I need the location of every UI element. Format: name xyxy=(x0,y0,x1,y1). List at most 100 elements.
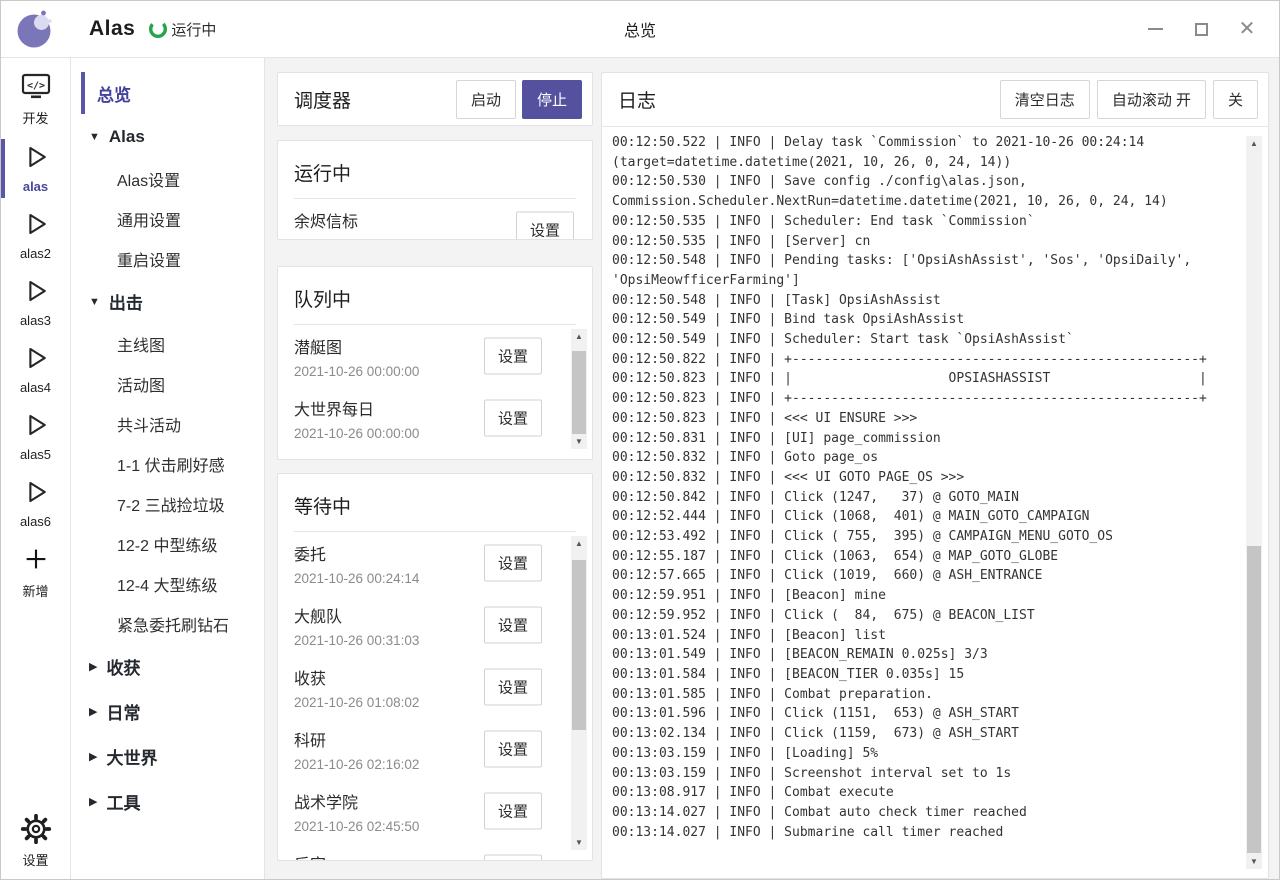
dev-icon: </> xyxy=(20,73,52,106)
play-icon xyxy=(21,343,51,378)
log-line: 00:12:50.535 | INFO | [Server] cn xyxy=(612,232,1244,252)
play-icon xyxy=(21,276,51,311)
scrollbar-thumb[interactable] xyxy=(572,351,586,443)
scheduler-stop-button[interactable]: 停止 xyxy=(522,80,582,119)
task-row: 短猫相接2021-10-26 00:00:00设置 xyxy=(294,449,552,460)
autoscroll-toggle-button[interactable]: 自动滚动 开 xyxy=(1097,80,1206,119)
rail-item-alas6[interactable]: alas6 xyxy=(1,470,70,537)
nav-item-紧急委托刷钻石[interactable]: 紧急委托刷钻石 xyxy=(71,604,264,644)
log-line: 00:12:50.548 | INFO | [Task] OpsiAshAssi… xyxy=(612,291,1244,311)
scroll-up-icon[interactable]: ▲ xyxy=(571,536,587,551)
instance-rail: </> 开发 alasalas2alas3alas4alas5 alas6 新增 xyxy=(1,58,71,879)
log-line: Commission.Scheduler.NextRun=datetime.da… xyxy=(612,192,1244,212)
close-button[interactable]: ✕ xyxy=(1231,14,1263,44)
scroll-down-icon[interactable]: ▼ xyxy=(571,835,587,850)
log-line: 00:12:50.530 | INFO | Save config ./conf… xyxy=(612,172,1244,192)
close-icon: ✕ xyxy=(1239,19,1256,39)
nav-item-日常[interactable]: ▶日常 xyxy=(71,689,264,734)
log-line: 00:13:01.596 | INFO | Click (1151, 653) … xyxy=(612,704,1244,724)
nav-item-7-2 三战捡垃圾[interactable]: 7-2 三战捡垃圾 xyxy=(71,484,264,524)
rail-item-settings[interactable]: 设置 xyxy=(1,808,70,879)
log-line: 00:12:50.823 | INFO | +-----------------… xyxy=(612,389,1244,409)
running-section-title: 运行中 xyxy=(294,151,576,199)
rail-spacer xyxy=(1,608,70,808)
nav-menu: 总览▼AlasAlas设置通用设置重启设置▼出击主线图活动图共斗活动1-1 伏击… xyxy=(71,58,265,879)
waiting-section-title: 等待中 xyxy=(294,484,576,532)
rail-item-label: 新增 xyxy=(22,581,48,600)
scroll-down-icon[interactable]: ▼ xyxy=(1246,854,1262,869)
log-panel: 日志 清空日志 自动滚动 开 关 00:12:50.522 | INFO | D… xyxy=(601,72,1269,879)
nav-item-收获[interactable]: ▶收获 xyxy=(71,644,264,689)
task-settings-button[interactable]: 设置 xyxy=(484,400,542,437)
scheduler-start-button[interactable]: 启动 xyxy=(456,80,516,119)
waiting-scrollbar[interactable]: ▲ ▼ xyxy=(571,536,587,850)
log-line: 00:13:01.585 | INFO | Combat preparation… xyxy=(612,685,1244,705)
rail-item-alas2[interactable]: alas2 xyxy=(1,202,70,269)
task-row: 后宅2021-10-26 04:19:27设置 xyxy=(294,842,552,861)
clear-log-button[interactable]: 清空日志 xyxy=(1000,80,1090,119)
log-line: 00:12:50.822 | INFO | +-----------------… xyxy=(612,350,1244,370)
titlebar: Alas 运行中 总览 ✕ xyxy=(1,1,1279,58)
nav-item-Alas[interactable]: ▼Alas xyxy=(71,114,264,159)
chevron-right-icon: ▶ xyxy=(89,705,97,718)
minimize-button[interactable] xyxy=(1139,14,1171,44)
running-section: 运行中 余烬信标2021-10-26 00:00:00设置 xyxy=(277,140,593,240)
task-settings-button[interactable]: 设置 xyxy=(516,212,574,241)
log-line: 00:13:03.159 | INFO | [Loading] 5% xyxy=(612,744,1244,764)
nav-item-Alas设置[interactable]: Alas设置 xyxy=(71,159,264,199)
nav-item-重启设置[interactable]: 重启设置 xyxy=(71,239,264,279)
rail-item-alas3[interactable]: alas3 xyxy=(1,269,70,336)
nav-item-总览[interactable]: 总览 xyxy=(81,72,264,114)
task-settings-button[interactable]: 设置 xyxy=(484,669,542,706)
task-settings-button[interactable]: 设置 xyxy=(484,545,542,582)
rail-item-alas4[interactable]: alas4 xyxy=(1,336,70,403)
nav-item-出击[interactable]: ▼出击 xyxy=(71,279,264,324)
chevron-down-icon: ▼ xyxy=(89,131,100,143)
nav-item-通用设置[interactable]: 通用设置 xyxy=(71,199,264,239)
nav-item-工具[interactable]: ▶工具 xyxy=(71,779,264,824)
running-spinner-icon xyxy=(147,18,169,40)
scrollbar-thumb[interactable] xyxy=(572,560,586,730)
log-output: 00:12:50.522 | INFO | Delay task `Commis… xyxy=(602,127,1268,878)
log-line: 00:13:01.524 | INFO | [Beacon] list xyxy=(612,626,1244,646)
scroll-up-icon[interactable]: ▲ xyxy=(571,329,587,344)
task-settings-button[interactable]: 设置 xyxy=(484,855,542,862)
task-settings-button[interactable]: 设置 xyxy=(484,338,542,375)
rail-item-label: 开发 xyxy=(22,108,48,127)
nav-item-主线图[interactable]: 主线图 xyxy=(71,324,264,364)
rail-item-alas[interactable]: alas xyxy=(1,135,70,202)
log-title: 日志 xyxy=(618,86,656,113)
rail-item-label: alas6 xyxy=(20,514,51,529)
maximize-button[interactable] xyxy=(1185,14,1217,44)
scroll-down-icon[interactable]: ▼ xyxy=(571,434,587,449)
nav-item-共斗活动[interactable]: 共斗活动 xyxy=(71,404,264,444)
log-line: 00:12:50.535 | INFO | Scheduler: End tas… xyxy=(612,212,1244,232)
nav-item-大世界[interactable]: ▶大世界 xyxy=(71,734,264,779)
task-row: 潜艇图2021-10-26 00:00:00设置 xyxy=(294,325,552,387)
rail-item-开发[interactable]: </> 开发 xyxy=(1,66,70,135)
log-line: 00:13:03.159 | INFO | Screenshot interva… xyxy=(612,764,1244,784)
nav-item-活动图[interactable]: 活动图 xyxy=(71,364,264,404)
scroll-up-icon[interactable]: ▲ xyxy=(1246,136,1262,151)
pending-scrollbar[interactable]: ▲ ▼ xyxy=(571,329,587,449)
nav-item-1-1 伏击刷好感[interactable]: 1-1 伏击刷好感 xyxy=(71,444,264,484)
scheduler-header-card: 调度器 启动 停止 xyxy=(277,72,593,126)
task-settings-button[interactable]: 设置 xyxy=(484,731,542,768)
task-settings-button[interactable]: 设置 xyxy=(484,607,542,644)
nav-item-12-2 中型练级[interactable]: 12-2 中型练级 xyxy=(71,524,264,564)
rail-settings-label: 设置 xyxy=(22,850,48,869)
status-text: 运行中 xyxy=(171,19,216,40)
rail-item-alas5[interactable]: alas5 xyxy=(1,403,70,470)
task-settings-button[interactable]: 设置 xyxy=(484,793,542,830)
scheduler-status: 运行中 xyxy=(147,18,216,40)
log-header: 日志 清空日志 自动滚动 开 关 xyxy=(602,73,1268,127)
rail-item-新增[interactable]: 新增 xyxy=(1,537,70,608)
pending-section: 队列中 潜艇图2021-10-26 00:00:00设置大世界每日2021-10… xyxy=(277,266,593,460)
log-scrollbar[interactable]: ▲ ▼ xyxy=(1246,136,1262,869)
scrollbar-thumb[interactable] xyxy=(1247,546,1261,853)
chevron-right-icon: ▶ xyxy=(89,750,97,763)
nav-item-12-4 大型练级[interactable]: 12-4 大型练级 xyxy=(71,564,264,604)
log-off-button[interactable]: 关 xyxy=(1213,80,1258,119)
task-row: 委托2021-10-26 00:24:14设置 xyxy=(294,532,552,594)
log-line: 00:12:50.549 | INFO | Bind task OpsiAshA… xyxy=(612,310,1244,330)
